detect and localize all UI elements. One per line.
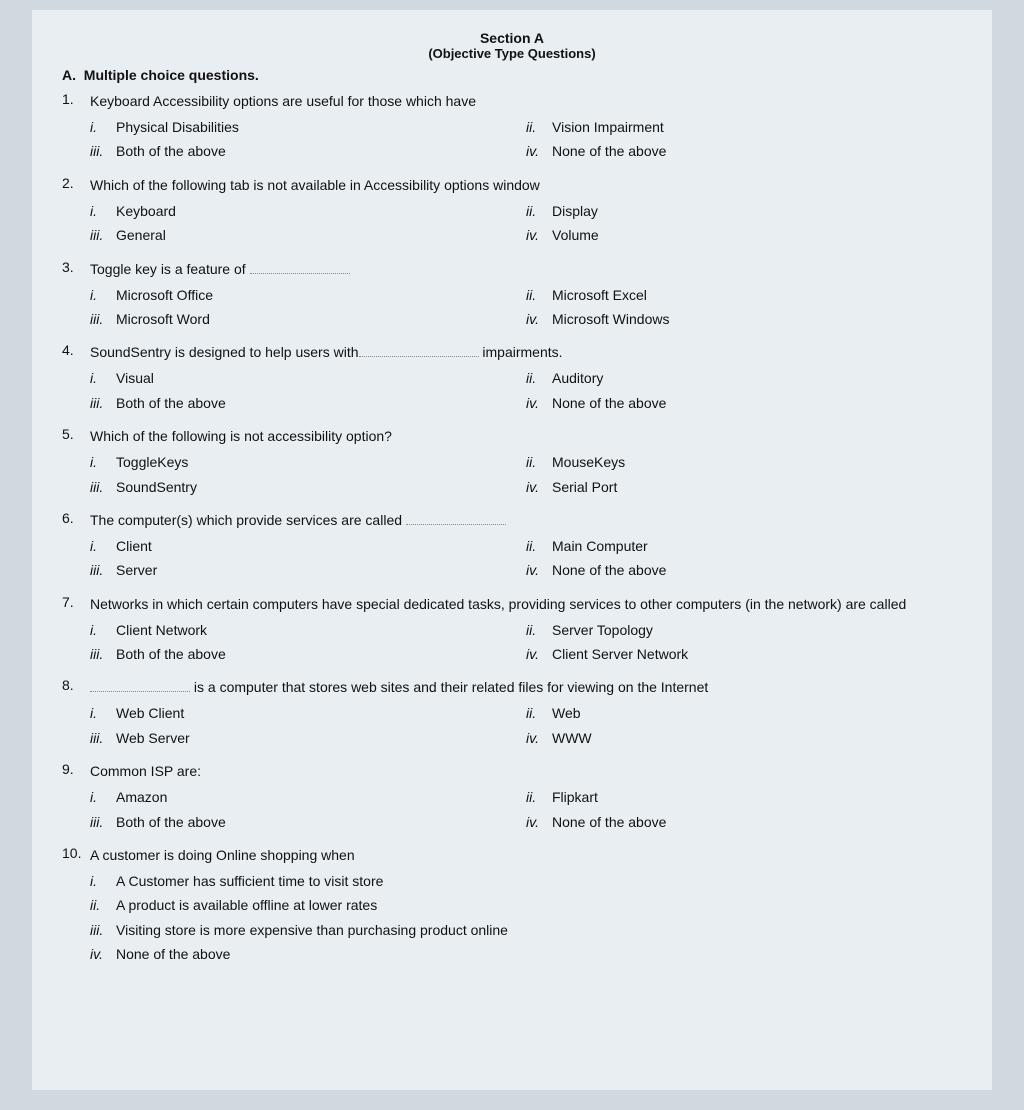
question-num-5: 5. [62, 426, 90, 447]
option-6-1: i.Client [90, 535, 526, 557]
section-title: Section A [62, 30, 962, 46]
option-8-2: ii.Web [526, 702, 962, 724]
options-grid-2: i.Keyboardii.Displayiii.Generaliv.Volume [90, 200, 962, 247]
question-9: 9.Common ISP are: i.Amazonii.Flipkartiii.… [62, 761, 962, 833]
options-grid-5: i.ToggleKeysii.MouseKeysiii.SoundSentryi… [90, 451, 962, 498]
question-6: 6.The computer(s) which provide services… [62, 510, 962, 582]
option-2-1: i.Keyboard [90, 200, 526, 222]
part-a-title: A. Multiple choice questions. [62, 67, 962, 83]
options-grid-9: i.Amazonii.Flipkartiii.Both of the above… [90, 786, 962, 833]
option-3-4: iv.Microsoft Windows [526, 308, 962, 330]
option-8-3: iii.Web Server [90, 727, 526, 749]
option-5-2: ii.MouseKeys [526, 451, 962, 473]
question-1: 1.Keyboard Accessibility options are use… [62, 91, 962, 163]
options-grid-6: i.Clientii.Main Computeriii.Serveriv.Non… [90, 535, 962, 582]
question-num-2: 2. [62, 175, 90, 196]
option-8-1: i.Web Client [90, 702, 526, 724]
question-text-5: Which of the following is not accessibil… [90, 426, 962, 447]
option-7-2: ii.Server Topology [526, 619, 962, 641]
question-3: 3.Toggle key is a feature of i.Microsoft… [62, 259, 962, 331]
option-4-2: ii.Auditory [526, 367, 962, 389]
options-grid-7: i.Client Networkii.Server Topologyiii.Bo… [90, 619, 962, 666]
option-6-2: ii.Main Computer [526, 535, 962, 557]
options-grid-8: i.Web Clientii.Webiii.Web Serveriv.WWW [90, 702, 962, 749]
options-grid-4: i.Visualii.Auditoryiii.Both of the above… [90, 367, 962, 414]
question-text-1: Keyboard Accessibility options are usefu… [90, 91, 962, 112]
option-5-4: iv.Serial Port [526, 476, 962, 498]
question-num-3: 3. [62, 259, 90, 280]
option-1-4: iv.None of the above [526, 140, 962, 162]
option-10-1: i.A Customer has sufficient time to visi… [90, 870, 962, 892]
questions-container: 1.Keyboard Accessibility options are use… [62, 91, 962, 966]
option-7-1: i.Client Network [90, 619, 526, 641]
option-4-1: i.Visual [90, 367, 526, 389]
option-2-4: iv.Volume [526, 224, 962, 246]
option-3-3: iii.Microsoft Word [90, 308, 526, 330]
option-3-1: i.Microsoft Office [90, 284, 526, 306]
question-num-8: 8. [62, 677, 90, 698]
question-num-1: 1. [62, 91, 90, 112]
question-8: 8. is a computer that stores web sites a… [62, 677, 962, 749]
question-num-7: 7. [62, 594, 90, 615]
question-text-4: SoundSentry is designed to help users wi… [90, 342, 962, 363]
option-10-4: iv.None of the above [90, 943, 962, 965]
option-4-3: iii.Both of the above [90, 392, 526, 414]
question-text-7: Networks in which certain computers have… [90, 594, 962, 615]
options-grid-3: i.Microsoft Officeii.Microsoft Exceliii.… [90, 284, 962, 331]
option-5-1: i.ToggleKeys [90, 451, 526, 473]
option-1-1: i.Physical Disabilities [90, 116, 526, 138]
option-9-4: iv.None of the above [526, 811, 962, 833]
option-2-2: ii.Display [526, 200, 962, 222]
option-2-3: iii.General [90, 224, 526, 246]
question-text-6: The computer(s) which provide services a… [90, 510, 962, 531]
option-8-4: iv.WWW [526, 727, 962, 749]
option-9-2: ii.Flipkart [526, 786, 962, 808]
option-10-2: ii.A product is available offline at low… [90, 894, 962, 916]
question-text-8: is a computer that stores web sites and … [90, 677, 962, 698]
page: Section A (Objective Type Questions) A. … [32, 10, 992, 1090]
question-5: 5.Which of the following is not accessib… [62, 426, 962, 498]
option-4-4: iv.None of the above [526, 392, 962, 414]
section-header: Section A (Objective Type Questions) [62, 30, 962, 61]
option-6-4: iv.None of the above [526, 559, 962, 581]
section-subtitle: (Objective Type Questions) [62, 46, 962, 61]
option-7-4: iv.Client Server Network [526, 643, 962, 665]
option-1-3: iii.Both of the above [90, 140, 526, 162]
option-5-3: iii.SoundSentry [90, 476, 526, 498]
question-text-2: Which of the following tab is not availa… [90, 175, 962, 196]
options-list-10: i.A Customer has sufficient time to visi… [90, 870, 962, 966]
question-num-9: 9. [62, 761, 90, 782]
option-6-3: iii.Server [90, 559, 526, 581]
question-num-10: 10. [62, 845, 90, 866]
question-text-3: Toggle key is a feature of [90, 259, 962, 280]
options-grid-1: i.Physical Disabilitiesii.Vision Impairm… [90, 116, 962, 163]
option-9-3: iii.Both of the above [90, 811, 526, 833]
question-num-6: 6. [62, 510, 90, 531]
question-text-9: Common ISP are: [90, 761, 962, 782]
question-num-4: 4. [62, 342, 90, 363]
option-9-1: i.Amazon [90, 786, 526, 808]
question-10: 10.A customer is doing Online shopping w… [62, 845, 962, 966]
option-10-3: iii.Visiting store is more expensive tha… [90, 919, 962, 941]
option-7-3: iii.Both of the above [90, 643, 526, 665]
question-2: 2.Which of the following tab is not avai… [62, 175, 962, 247]
question-7: 7.Networks in which certain computers ha… [62, 594, 962, 666]
question-4: 4.SoundSentry is designed to help users … [62, 342, 962, 414]
option-3-2: ii.Microsoft Excel [526, 284, 962, 306]
option-1-2: ii.Vision Impairment [526, 116, 962, 138]
question-text-10: A customer is doing Online shopping when [90, 845, 962, 866]
